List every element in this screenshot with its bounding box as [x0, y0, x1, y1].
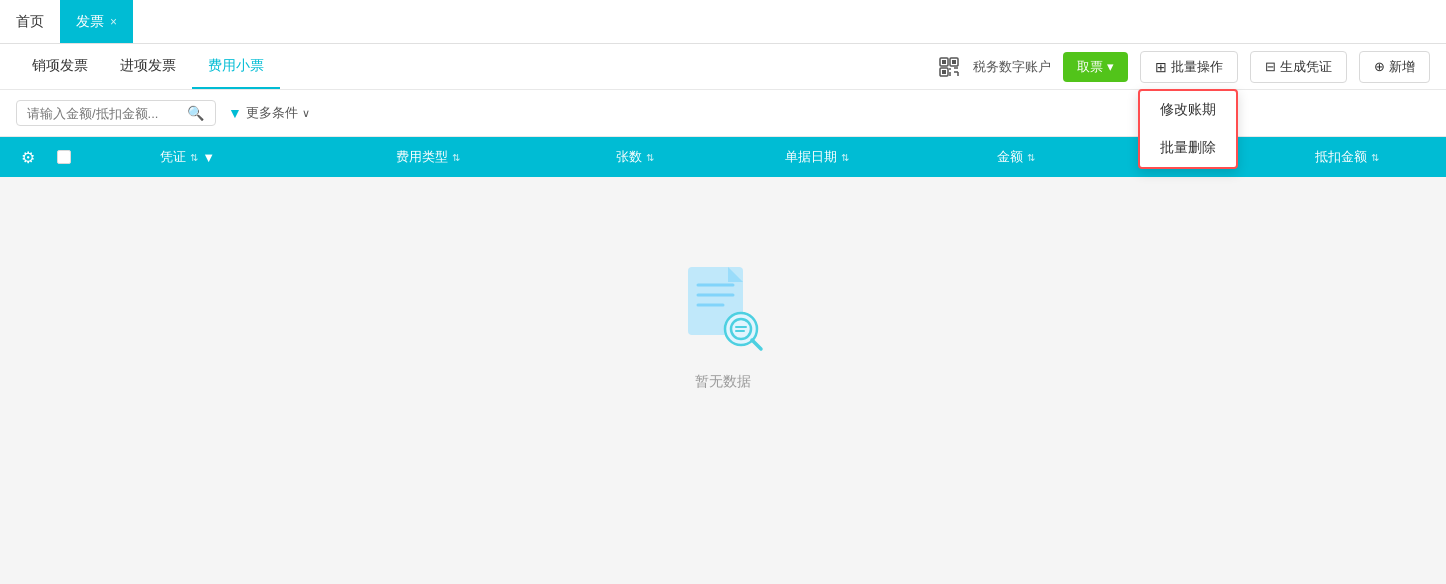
generate-voucher-button[interactable]: ⊟ 生成凭证: [1250, 51, 1347, 83]
top-nav: 首页 发票 ×: [0, 0, 1446, 44]
svg-rect-3: [952, 60, 956, 64]
dropdown-item-batch-delete[interactable]: 批量删除: [1140, 129, 1236, 167]
settings-icon: ⚙: [21, 148, 35, 167]
th-count[interactable]: 张数 ⇅: [561, 148, 710, 166]
search-input[interactable]: [27, 106, 187, 121]
search-icon: 🔍: [187, 105, 204, 121]
sub-tabs-left: 销项发票 进项发票 费用小票: [16, 44, 280, 89]
th-deduct-label: 抵扣金额: [1315, 148, 1367, 166]
th-checkbox[interactable]: [48, 150, 80, 164]
empty-state: 暂无数据: [0, 177, 1446, 431]
th-count-label: 张数: [616, 148, 642, 166]
th-date-label: 单据日期: [785, 148, 837, 166]
th-amount[interactable]: 金额 ⇅: [925, 148, 1107, 166]
th-deduct-amount[interactable]: 抵扣金额 ⇅: [1256, 148, 1438, 166]
fetch-arrow-icon: ▾: [1107, 59, 1114, 74]
th-expense-type[interactable]: 费用类型 ⇅: [295, 148, 560, 166]
nav-home[interactable]: 首页: [0, 0, 60, 43]
th-voucher-filter-icon: ▼: [202, 150, 215, 165]
th-date[interactable]: 单据日期 ⇅: [709, 148, 924, 166]
nav-tab-close[interactable]: ×: [110, 15, 117, 29]
th-voucher[interactable]: 凭证 ⇅ ▼: [80, 148, 295, 166]
empty-illustration: [673, 257, 773, 357]
batch-operation-container: ⊞ 批量操作 修改账期 批量删除: [1140, 51, 1238, 83]
fetch-ticket-button[interactable]: 取票 ▾: [1063, 52, 1128, 82]
th-count-sort-icon: ⇅: [646, 152, 654, 163]
search-box[interactable]: 🔍: [16, 100, 216, 126]
tax-digital-button[interactable]: 税务数字账户: [973, 58, 1051, 76]
svg-rect-5: [942, 70, 946, 74]
header-checkbox[interactable]: [57, 150, 71, 164]
filter-label: 更多条件: [246, 104, 298, 122]
tax-digital-label: 税务数字账户: [973, 58, 1051, 76]
filter-arrow-icon: ∨: [302, 107, 310, 120]
voucher-icon: ⊟: [1265, 59, 1276, 74]
tab-sales[interactable]: 销项发票: [16, 44, 104, 89]
dropdown-item-modify-period[interactable]: 修改账期: [1140, 91, 1236, 129]
filter-button[interactable]: ▼ 更多条件 ∨: [228, 104, 310, 122]
th-voucher-label: 凭证: [160, 148, 186, 166]
tab-income[interactable]: 进项发票: [104, 44, 192, 89]
th-amount-label: 金额: [997, 148, 1023, 166]
sub-tabs-right: 税务数字账户 取票 ▾ ⊞ 批量操作 修改账期 批量删除 ⊟ 生成凭证 ⊕ 新增: [937, 51, 1430, 83]
th-deduct-sort-icon: ⇅: [1371, 152, 1379, 163]
qr-icon: [937, 55, 961, 79]
batch-operation-button[interactable]: ⊞ 批量操作: [1140, 51, 1238, 83]
th-expense-type-sort-icon: ⇅: [452, 152, 460, 163]
th-settings[interactable]: ⚙: [8, 148, 48, 167]
add-button[interactable]: ⊕ 新增: [1359, 51, 1430, 83]
fetch-label: 取票: [1077, 58, 1103, 76]
add-label: 新增: [1389, 58, 1415, 76]
svg-rect-1: [942, 60, 946, 64]
th-voucher-sort-icon: ⇅: [190, 152, 198, 163]
th-expense-type-label: 费用类型: [396, 148, 448, 166]
qr-code-button[interactable]: [937, 55, 961, 79]
nav-tab-invoice[interactable]: 发票 ×: [60, 0, 133, 43]
batch-dropdown-menu: 修改账期 批量删除: [1138, 89, 1238, 169]
sub-tabs-bar: 销项发票 进项发票 费用小票 税务数字账户: [0, 44, 1446, 90]
voucher-label: 生成凭证: [1280, 58, 1332, 76]
filter-icon: ▼: [228, 105, 242, 121]
th-date-sort-icon: ⇅: [841, 152, 849, 163]
batch-icon: ⊞: [1155, 59, 1167, 75]
th-amount-sort-icon: ⇅: [1027, 152, 1035, 163]
tab-expense[interactable]: 费用小票: [192, 44, 280, 89]
add-icon: ⊕: [1374, 59, 1385, 74]
nav-tab-label: 发票: [76, 13, 104, 31]
empty-text: 暂无数据: [695, 373, 751, 391]
svg-line-19: [752, 340, 761, 349]
batch-label: 批量操作: [1171, 58, 1223, 76]
